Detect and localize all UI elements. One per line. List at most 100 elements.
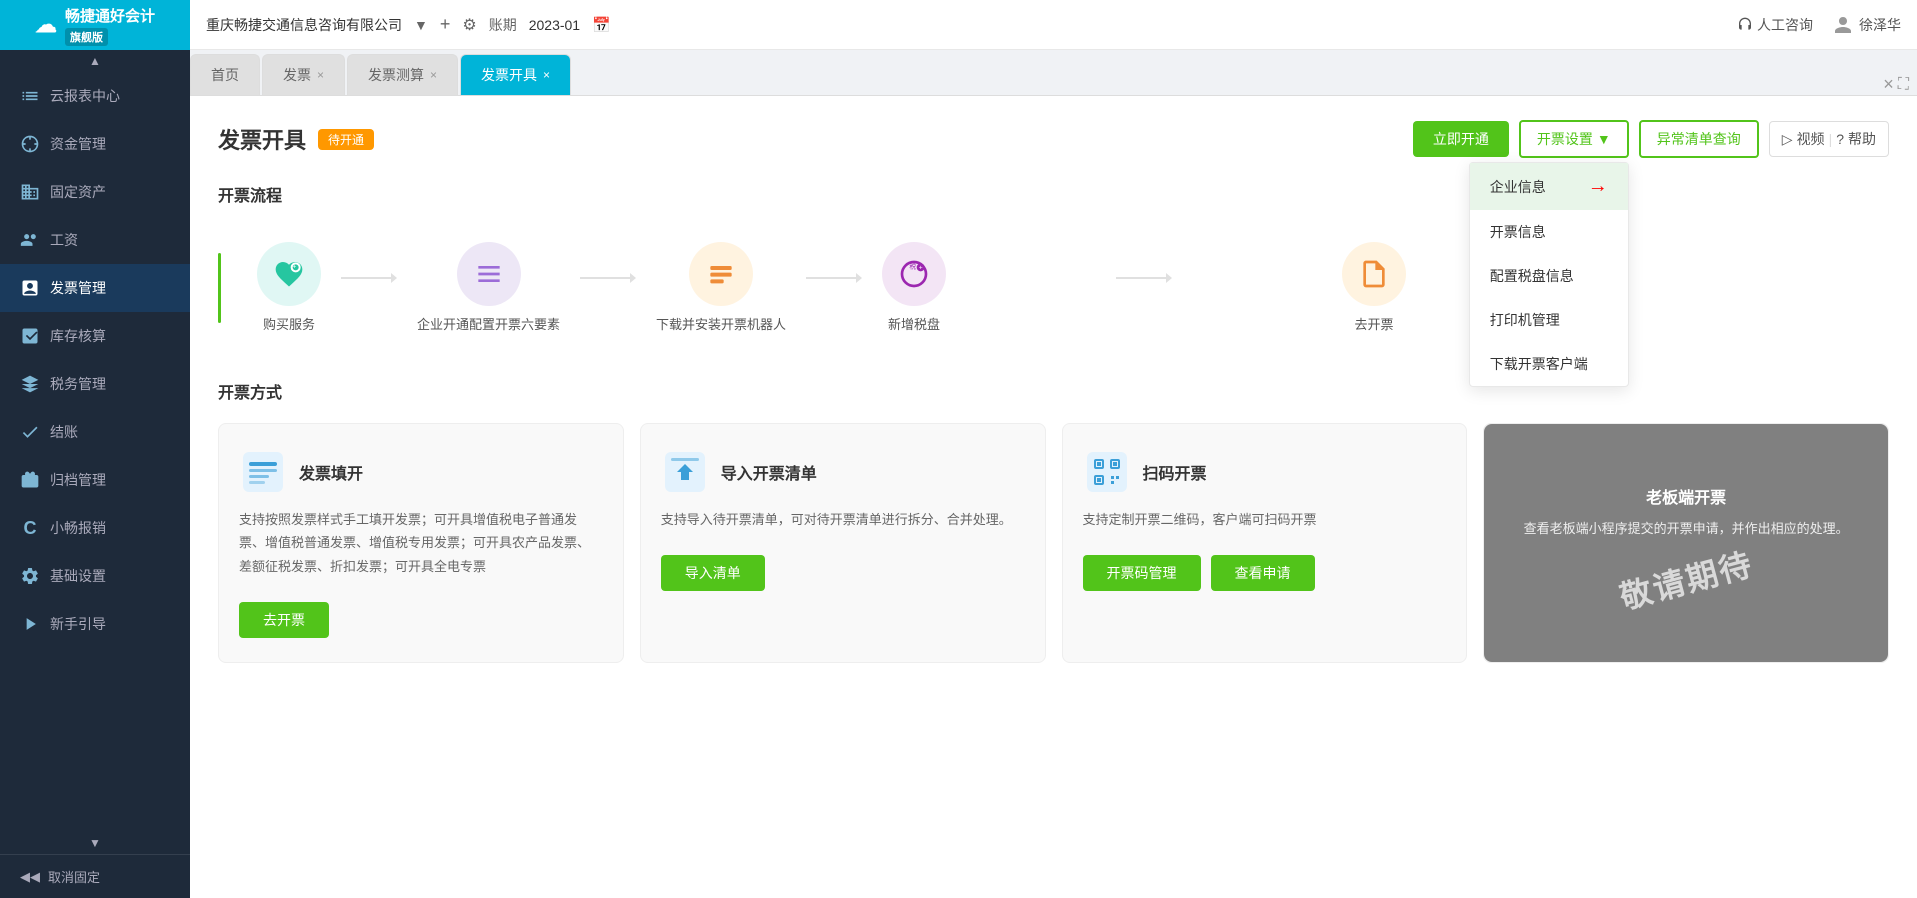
tab-home[interactable]: 首页 [190, 54, 260, 95]
flow-arrow-3 [806, 273, 862, 283]
tab-maximize-btn[interactable]: ⛶ [1898, 76, 1909, 94]
step-5-icon [1342, 242, 1406, 306]
invoice-icon [20, 278, 40, 298]
step-4-label: 新增税盘 [888, 314, 940, 333]
help-label: 帮助 [1848, 129, 1876, 149]
company-dropdown-icon[interactable]: ▼ [414, 17, 428, 33]
support-label: 人工咨询 [1757, 15, 1813, 35]
flow-step-1: + 购买服务 [237, 226, 341, 349]
scan-icon [1083, 448, 1131, 496]
logo-area: ☁ 畅捷通好会计 旗舰版 [0, 0, 190, 50]
sidebar-item-cloud-report[interactable]: 云报表中心 [0, 72, 190, 120]
sidebar-item-settlement[interactable]: 结账 [0, 408, 190, 456]
method-card-scan: 扫码开票 支持定制开票二维码，客户端可扫码开票 开票码管理 查看申请 [1062, 423, 1468, 663]
activate-button[interactable]: 立即开通 [1413, 121, 1509, 157]
scan-view-btn[interactable]: 查看申请 [1211, 555, 1315, 591]
video-help-button[interactable]: ▷ 视频 | ? 帮助 [1769, 121, 1889, 157]
settings-dropdown-wrapper: 开票设置 ▼ 企业信息 → 开票信息 配置税盘信息 [1519, 120, 1629, 158]
sidebar-scroll-down[interactable]: ▼ [0, 832, 190, 854]
settings-button-label: 开票设置 [1537, 129, 1593, 149]
boss-disabled-desc: 查看老板端小程序提交的开票申请，并作出相应的处理。 [1524, 518, 1849, 540]
sidebar-label-guide: 新手引导 [50, 614, 106, 634]
settlement-icon [20, 422, 40, 442]
flow-steps: + 购买服务 企业开通配置开票六要素 [218, 226, 1889, 349]
user-info[interactable]: 徐泽华 [1833, 15, 1901, 35]
boss-disabled-title: 老板端开票 [1646, 484, 1726, 508]
settings-gear-icon[interactable]: ⚙ [462, 15, 476, 35]
tab-invoice-open[interactable]: 发票开具 × [460, 54, 571, 95]
flow-divider [218, 253, 221, 323]
logo-badge: 旗舰版 [65, 28, 108, 46]
cloud-report-icon [20, 86, 40, 106]
sidebar-item-fund[interactable]: 资金管理 [0, 120, 190, 168]
video-label: 视频 [1797, 129, 1825, 149]
main-content: 发票开具 待开通 立即开通 开票设置 ▼ 企业信息 → [190, 96, 1917, 898]
sidebar-label-fixed-assets: 固定资产 [50, 182, 106, 202]
sidebar-item-archive[interactable]: 归档管理 [0, 456, 190, 504]
sidebar-label-settlement: 结账 [50, 422, 78, 442]
user-avatar-icon [1833, 15, 1853, 35]
tab-invoice-open-close[interactable]: × [543, 68, 550, 82]
user-name: 徐泽华 [1859, 15, 1901, 35]
method-section: 开票方式 发票填开 [218, 379, 1889, 663]
tab-invoice-calc-label: 发票测算 [368, 65, 424, 85]
fill-in-icon [239, 448, 287, 496]
tab-invoice-close[interactable]: × [317, 68, 324, 82]
dropdown-item-invoice-info[interactable]: 开票信息 [1470, 210, 1628, 254]
tab-close-all-btn[interactable]: × [1883, 74, 1894, 95]
sidebar-item-payroll[interactable]: 工资 [0, 216, 190, 264]
pin-icon: ◀◀ [20, 869, 40, 885]
import-btn[interactable]: 导入清单 [661, 555, 765, 591]
tab-invoice-calc-close[interactable]: × [430, 68, 437, 82]
sidebar-item-inventory[interactable]: 库存核算 [0, 312, 190, 360]
method-card-import: 导入开票清单 支持导入待开票清单，可对待开票清单进行拆分、合并处理。 导入清单 [640, 423, 1046, 663]
help-question-icon: ? [1836, 131, 1844, 147]
sidebar-item-fixed-assets[interactable]: 固定资产 [0, 168, 190, 216]
fill-in-btn[interactable]: 去开票 [239, 602, 329, 638]
settings-button[interactable]: 开票设置 ▼ [1519, 120, 1629, 158]
abnormal-button[interactable]: 异常清单查询 [1639, 120, 1759, 158]
xiaochang-icon: C [20, 518, 40, 538]
dropdown-item-company-info[interactable]: 企业信息 → [1470, 163, 1628, 210]
scan-manage-btn[interactable]: 开票码管理 [1083, 555, 1201, 591]
sidebar-bottom-label: 取消固定 [48, 867, 100, 886]
sidebar-label-inventory: 库存核算 [50, 326, 106, 346]
sidebar-scroll-up[interactable]: ▲ [0, 50, 190, 72]
dropdown-item-tax-disk[interactable]: 配置税盘信息 [1470, 254, 1628, 298]
step-3-label: 下载并安装开票机器人 [656, 314, 786, 333]
sidebar: ☁ 畅捷通好会计 旗舰版 ▲ 云报表中心 资金管理 固定资产 [0, 0, 190, 898]
tax-icon [20, 374, 40, 394]
dropdown-item-download-client[interactable]: 下载开票客户端 [1470, 342, 1628, 386]
boss-disabled-overlay: 老板端开票 查看老板端小程序提交的开票申请，并作出相应的处理。 敬请期待 [1484, 424, 1888, 662]
sidebar-label-fund: 资金管理 [50, 134, 106, 154]
import-icon [661, 448, 709, 496]
sidebar-item-tax[interactable]: 税务管理 [0, 360, 190, 408]
step-1-icon: + [257, 242, 321, 306]
tab-invoice[interactable]: 发票 × [262, 54, 345, 95]
tab-invoice-label: 发票 [283, 65, 311, 85]
sidebar-item-xiaochang[interactable]: C 小畅报销 [0, 504, 190, 552]
logo-icon: ☁ [35, 12, 57, 38]
separator: | [1829, 131, 1833, 147]
fill-in-desc: 支持按照发票样式手工填开发票；可开具增值税电子普通发票、增值税普通发票、增值税专… [239, 508, 603, 578]
flow-arrow-2 [580, 273, 636, 283]
step-2-label: 企业开通配置开票六要素 [417, 314, 560, 333]
sidebar-bottom-action[interactable]: ◀◀ 取消固定 [0, 854, 190, 898]
methods-grid: 发票填开 支持按照发票样式手工填开发票；可开具增值税电子普通发票、增值税普通发票… [218, 423, 1889, 663]
dropdown-item-printer[interactable]: 打印机管理 [1470, 298, 1628, 342]
tab-invoice-calc[interactable]: 发票测算 × [347, 54, 458, 95]
boss-watermark: 敬请期待 [1614, 539, 1757, 619]
sidebar-item-invoice[interactable]: 发票管理 [0, 264, 190, 312]
add-company-btn[interactable]: + [440, 14, 451, 35]
flow-step-2: 企业开通配置开票六要素 [397, 226, 580, 349]
period-label: 账期 [489, 15, 517, 35]
sidebar-item-guide[interactable]: 新手引导 [0, 600, 190, 648]
red-arrow-icon: → [1588, 175, 1608, 198]
method-section-title: 开票方式 [218, 379, 1889, 403]
page-title-area: 发票开具 待开通 [218, 123, 374, 155]
sidebar-item-settings[interactable]: 基础设置 [0, 552, 190, 600]
calendar-icon[interactable]: 📅 [592, 16, 611, 34]
flow-step-4: 税+ 新增税盘 [862, 226, 966, 349]
svg-text:税: 税 [909, 262, 916, 271]
support-btn[interactable]: 人工咨询 [1737, 15, 1813, 35]
